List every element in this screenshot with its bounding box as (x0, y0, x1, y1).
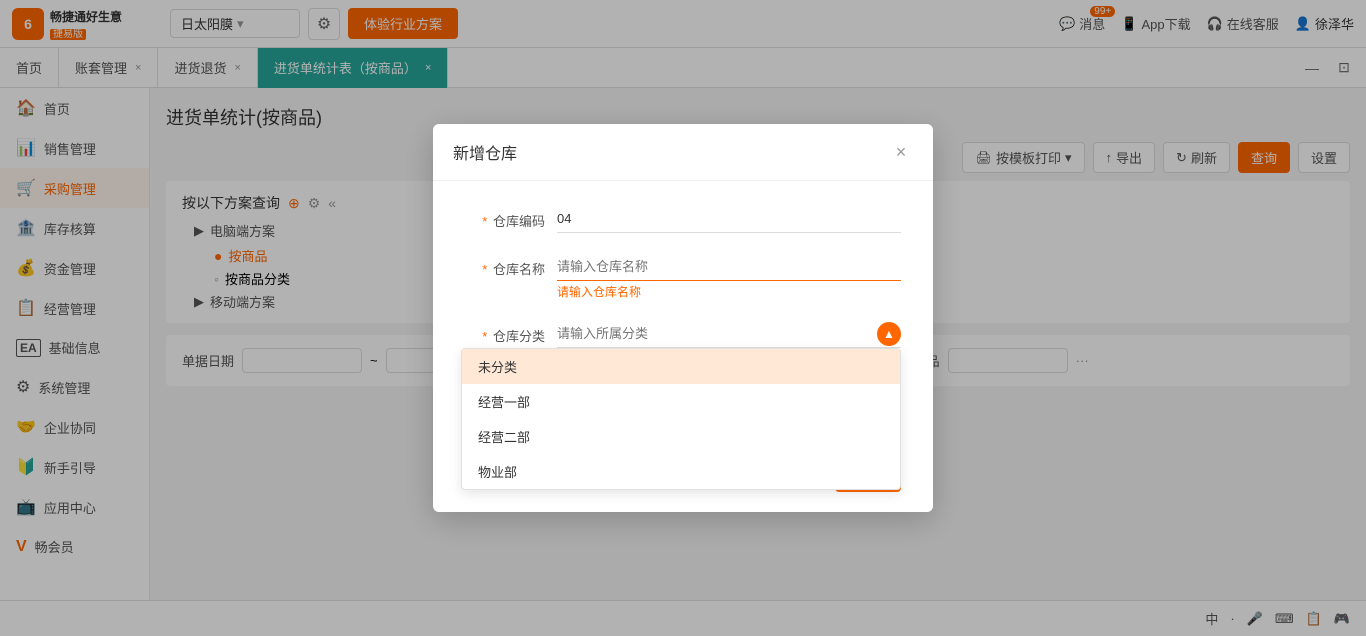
modal-header: 新增仓库 × (433, 124, 933, 181)
warehouse-name-field: 请输入仓库名称 (557, 253, 901, 300)
chevron-up-icon: ▲ (883, 327, 895, 341)
modal-body: * 仓库编码 * 仓库名称 请输入仓库名称 (433, 181, 933, 447)
dropdown-toggle-button[interactable]: ▲ (877, 322, 901, 346)
add-warehouse-modal: 新增仓库 × * 仓库编码 * 仓库名称 (433, 124, 933, 512)
modal-close-button[interactable]: × (889, 140, 913, 164)
warehouse-category-input[interactable] (557, 320, 901, 348)
modal-overlay: 新增仓库 × * 仓库编码 * 仓库名称 (0, 0, 1366, 636)
warehouse-name-error: 请输入仓库名称 (557, 283, 901, 300)
dropdown-item-dept1[interactable]: 经营一部 (462, 384, 900, 419)
warehouse-code-field (557, 205, 901, 233)
category-dropdown-list: 未分类 经营一部 经营二部 物业部 (461, 348, 901, 490)
warehouse-name-label: * 仓库名称 (465, 253, 545, 278)
warehouse-category-row: * 仓库分类 ▲ 未分类 经营一部 经营二部 物业部 (465, 320, 901, 348)
warehouse-code-input[interactable] (557, 205, 901, 233)
warehouse-name-row: * 仓库名称 请输入仓库名称 (465, 253, 901, 300)
warehouse-name-input[interactable] (557, 253, 901, 281)
warehouse-category-field: ▲ 未分类 经营一部 经营二部 物业部 (557, 320, 901, 348)
dropdown-item-dept3[interactable]: 物业部 (462, 454, 900, 489)
warehouse-category-label: * 仓库分类 (465, 320, 545, 345)
warehouse-code-label: * 仓库编码 (465, 205, 545, 230)
warehouse-code-row: * 仓库编码 (465, 205, 901, 233)
dropdown-item-unclassified[interactable]: 未分类 (462, 349, 900, 384)
modal-title: 新增仓库 (453, 140, 517, 164)
dropdown-item-dept2[interactable]: 经营二部 (462, 419, 900, 454)
